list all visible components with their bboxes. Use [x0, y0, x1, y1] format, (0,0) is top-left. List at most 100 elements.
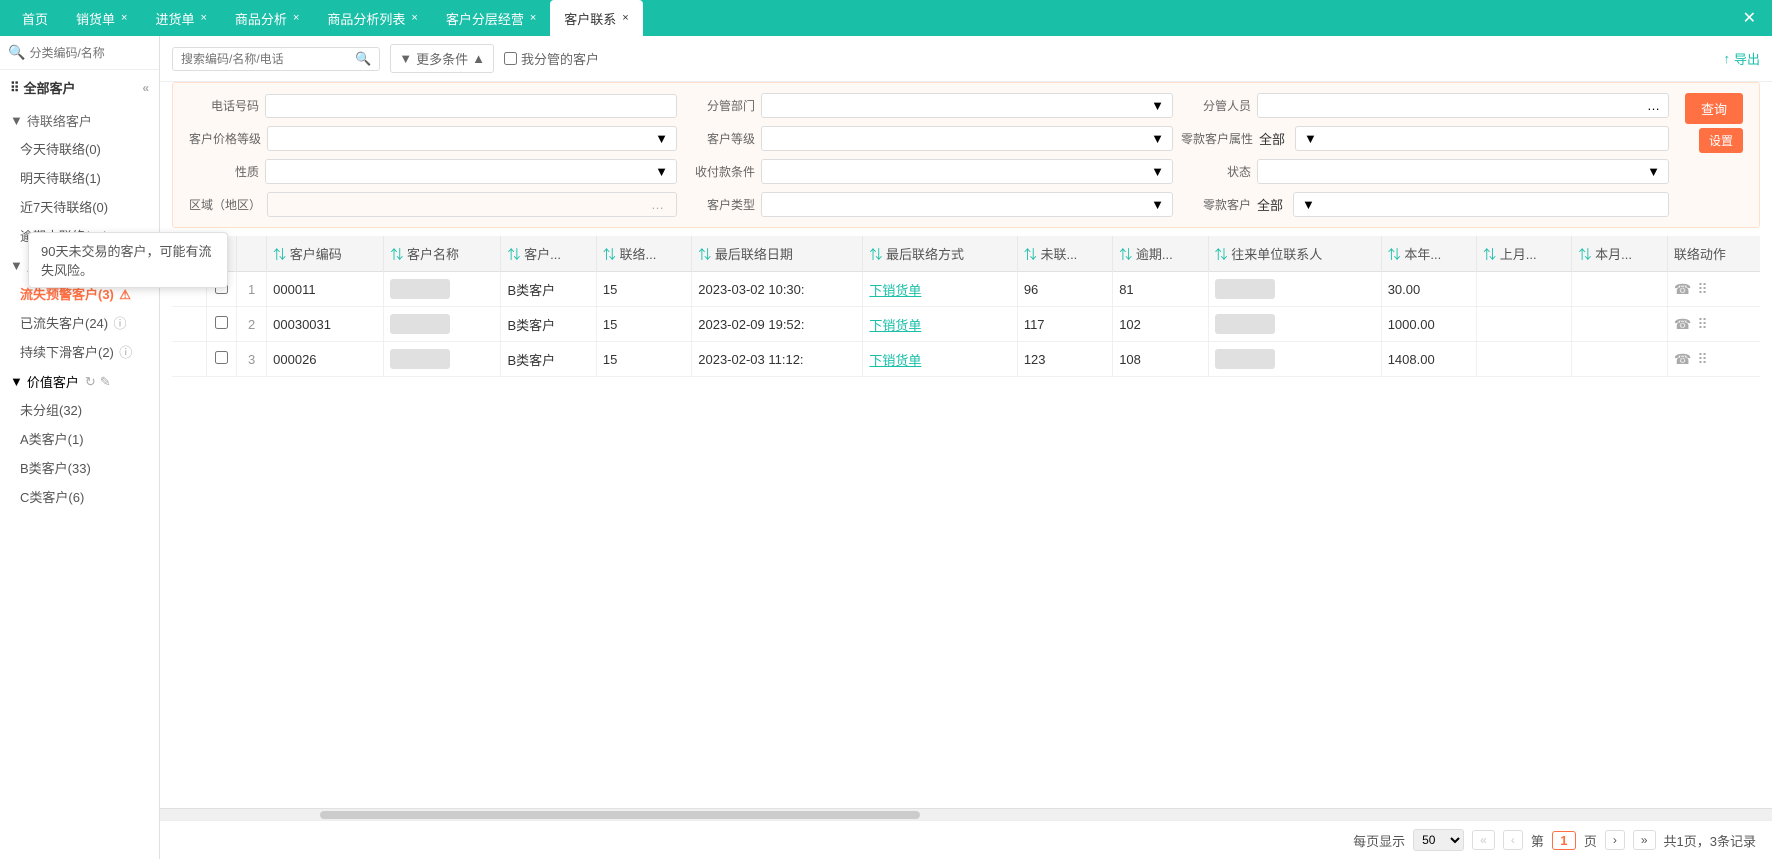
action-contact-icon-2[interactable]: ☎: [1674, 351, 1691, 368]
filter-phone-input[interactable]: [265, 94, 677, 118]
chevron-down-dept: ▼: [1151, 98, 1164, 113]
my-customers-checkbox[interactable]: [504, 52, 517, 65]
tab-customer-tier[interactable]: 客户分层经营 ×: [432, 0, 550, 36]
sort-icon-year: ⇅: [1388, 247, 1401, 262]
first-page-button[interactable]: «: [1472, 830, 1495, 850]
th-contact[interactable]: ⇅ 联络...: [596, 236, 691, 272]
tab-customer-contact-close[interactable]: ×: [622, 12, 628, 24]
row-checkbox-1[interactable]: [215, 316, 228, 329]
filter-status-select[interactable]: ▼: [1257, 159, 1669, 184]
refresh-icon-value[interactable]: ↻: [85, 374, 96, 390]
action-contact-icon-1[interactable]: ☎: [1674, 316, 1691, 333]
row-this-month-2: [1572, 342, 1667, 377]
filter-price-select[interactable]: ▼: [267, 126, 677, 151]
horizontal-scrollbar[interactable]: [160, 808, 1772, 820]
tab-sales-order[interactable]: 销货单 ×: [62, 0, 141, 36]
tab-purchase[interactable]: 进货单 ×: [141, 0, 220, 36]
filter-manager-select[interactable]: …: [1257, 93, 1669, 118]
th-category[interactable]: ⇅ 客户...: [501, 236, 596, 272]
my-customers-checkbox-label[interactable]: 我分管的客户: [504, 49, 599, 68]
tab-customer-contact[interactable]: 客户联系 ×: [550, 0, 642, 36]
prev-page-button[interactable]: ‹: [1503, 830, 1523, 850]
settings-button[interactable]: 设置: [1699, 128, 1743, 153]
tab-product-list-close[interactable]: ×: [411, 12, 417, 24]
filter-customer-type-select[interactable]: ▼: [761, 192, 1173, 217]
tab-home[interactable]: 首页: [8, 0, 62, 36]
th-unit-contact[interactable]: ⇅ 往来单位联系人: [1208, 236, 1381, 272]
tab-customer-tier-close[interactable]: ×: [530, 12, 536, 24]
filter-dept-select[interactable]: ▼: [761, 93, 1173, 118]
row-name-2: [384, 342, 501, 377]
sidebar-item-today[interactable]: 今天待联络(0): [0, 134, 159, 163]
filter-payment-select[interactable]: ▼: [761, 159, 1173, 184]
th-code[interactable]: ⇅ 客户编码: [267, 236, 384, 272]
sort-icon-cat: ⇅: [507, 247, 520, 262]
sidebar-search-input[interactable]: [29, 46, 160, 60]
sidebar-item-a-class[interactable]: A类客户(1): [0, 424, 159, 453]
tab-product-analysis-close[interactable]: ×: [293, 12, 299, 24]
sort-icon-uncontact: ⇅: [1024, 247, 1037, 262]
last-page-button[interactable]: »: [1633, 830, 1656, 850]
row-uncontacted-0: 96: [1017, 272, 1112, 307]
tab-product-analysis[interactable]: 商品分析 ×: [221, 0, 313, 36]
th-last-type[interactable]: ⇅ 最后联络方式: [863, 236, 1017, 272]
th-uncontacted[interactable]: ⇅ 未联...: [1017, 236, 1112, 272]
sidebar-group-value: ▼ 价值客户 ↻ ✎: [0, 366, 159, 395]
th-this-month[interactable]: ⇅ 本月...: [1572, 236, 1667, 272]
tab-product-list[interactable]: 商品分析列表 ×: [313, 0, 431, 36]
filter-gender-select[interactable]: ▼: [265, 159, 677, 184]
th-last-month[interactable]: ⇅ 上月...: [1477, 236, 1572, 272]
chevron-down-icon-value[interactable]: ▼: [10, 374, 23, 389]
export-button[interactable]: ↑ 导出: [1723, 49, 1760, 68]
per-page-select[interactable]: 50 100: [1413, 829, 1464, 851]
row-checkbox-cell[interactable]: [207, 307, 237, 342]
sidebar-item-declining[interactable]: 持续下滑客户(2) ⓘ: [0, 337, 159, 366]
filter-zero-attr-select[interactable]: ▼: [1295, 126, 1669, 151]
filter-region-input[interactable]: …: [267, 192, 677, 217]
filter-row-1: 电话号码 分管部门 ▼ 分管人员: [189, 93, 1669, 118]
row-checkbox-2[interactable]: [215, 351, 228, 364]
row-checkbox-cell[interactable]: [207, 342, 237, 377]
tab-sales-order-close[interactable]: ×: [121, 12, 127, 24]
table-header-row: ⚙ ⇅ 客户编码 ⇅ 客户名称: [172, 236, 1760, 272]
next-page-button[interactable]: ›: [1605, 830, 1625, 850]
region-dots[interactable]: …: [647, 197, 668, 212]
scrollbar-thumb[interactable]: [320, 811, 920, 819]
query-button[interactable]: 查询: [1685, 93, 1743, 124]
action-more-icon-2[interactable]: ⠿: [1697, 351, 1707, 368]
th-this-year[interactable]: ⇅ 本年...: [1381, 236, 1476, 272]
search-input[interactable]: [181, 52, 351, 66]
row-type-1[interactable]: 下销货单: [863, 307, 1017, 342]
more-conditions-button[interactable]: ▼ 更多条件 ▲: [390, 44, 494, 73]
filter-zero-customer-value: 全部: [1257, 195, 1283, 214]
sidebar-group-pending[interactable]: ▼ 待联络客户: [0, 105, 159, 134]
sidebar-search-area: 🔍: [0, 36, 159, 70]
tab-bar: 首页 销货单 × 进货单 × 商品分析 × 商品分析列表 × 客户分层经营 × …: [0, 0, 1772, 36]
sidebar-item-churned[interactable]: 已流失客户(24) ⓘ: [0, 308, 159, 337]
tab-purchase-close[interactable]: ×: [200, 12, 206, 24]
sort-icon-name: ⇅: [390, 247, 403, 262]
sidebar-item-tomorrow[interactable]: 明天待联络(1): [0, 163, 159, 192]
chevron-up-icon: ▲: [472, 51, 485, 66]
action-more-icon-0[interactable]: ⠿: [1697, 281, 1707, 298]
filter-zero-customer-select[interactable]: ▼: [1293, 192, 1669, 217]
row-name-0: [384, 272, 501, 307]
action-contact-icon-0[interactable]: ☎: [1674, 281, 1691, 298]
row-type-0[interactable]: 下销货单: [863, 272, 1017, 307]
chevron-down-payment: ▼: [1151, 164, 1164, 179]
th-last-date[interactable]: ⇅ 最后联络日期: [692, 236, 863, 272]
th-overdue[interactable]: ⇅ 逾期...: [1113, 236, 1208, 272]
sidebar-item-ungroup[interactable]: 未分组(32): [0, 395, 159, 424]
row-type-2[interactable]: 下销货单: [863, 342, 1017, 377]
edit-icon-value[interactable]: ✎: [100, 374, 111, 390]
action-more-icon-1[interactable]: ⠿: [1697, 316, 1707, 333]
filter-customer-level-select[interactable]: ▼: [761, 126, 1173, 151]
filter-customer-level-label: 客户等级: [685, 130, 755, 147]
all-customers-header[interactable]: ⠿ 全部客户 «: [0, 70, 159, 105]
sidebar-item-b-class[interactable]: B类客户(33): [0, 453, 159, 482]
sidebar-item-c-class[interactable]: C类客户(6): [0, 482, 159, 511]
th-name[interactable]: ⇅ 客户名称: [384, 236, 501, 272]
window-close-button[interactable]: ✕: [1735, 8, 1764, 28]
page-label: 第: [1531, 831, 1544, 850]
sidebar-item-7days[interactable]: 近7天待联络(0): [0, 192, 159, 221]
